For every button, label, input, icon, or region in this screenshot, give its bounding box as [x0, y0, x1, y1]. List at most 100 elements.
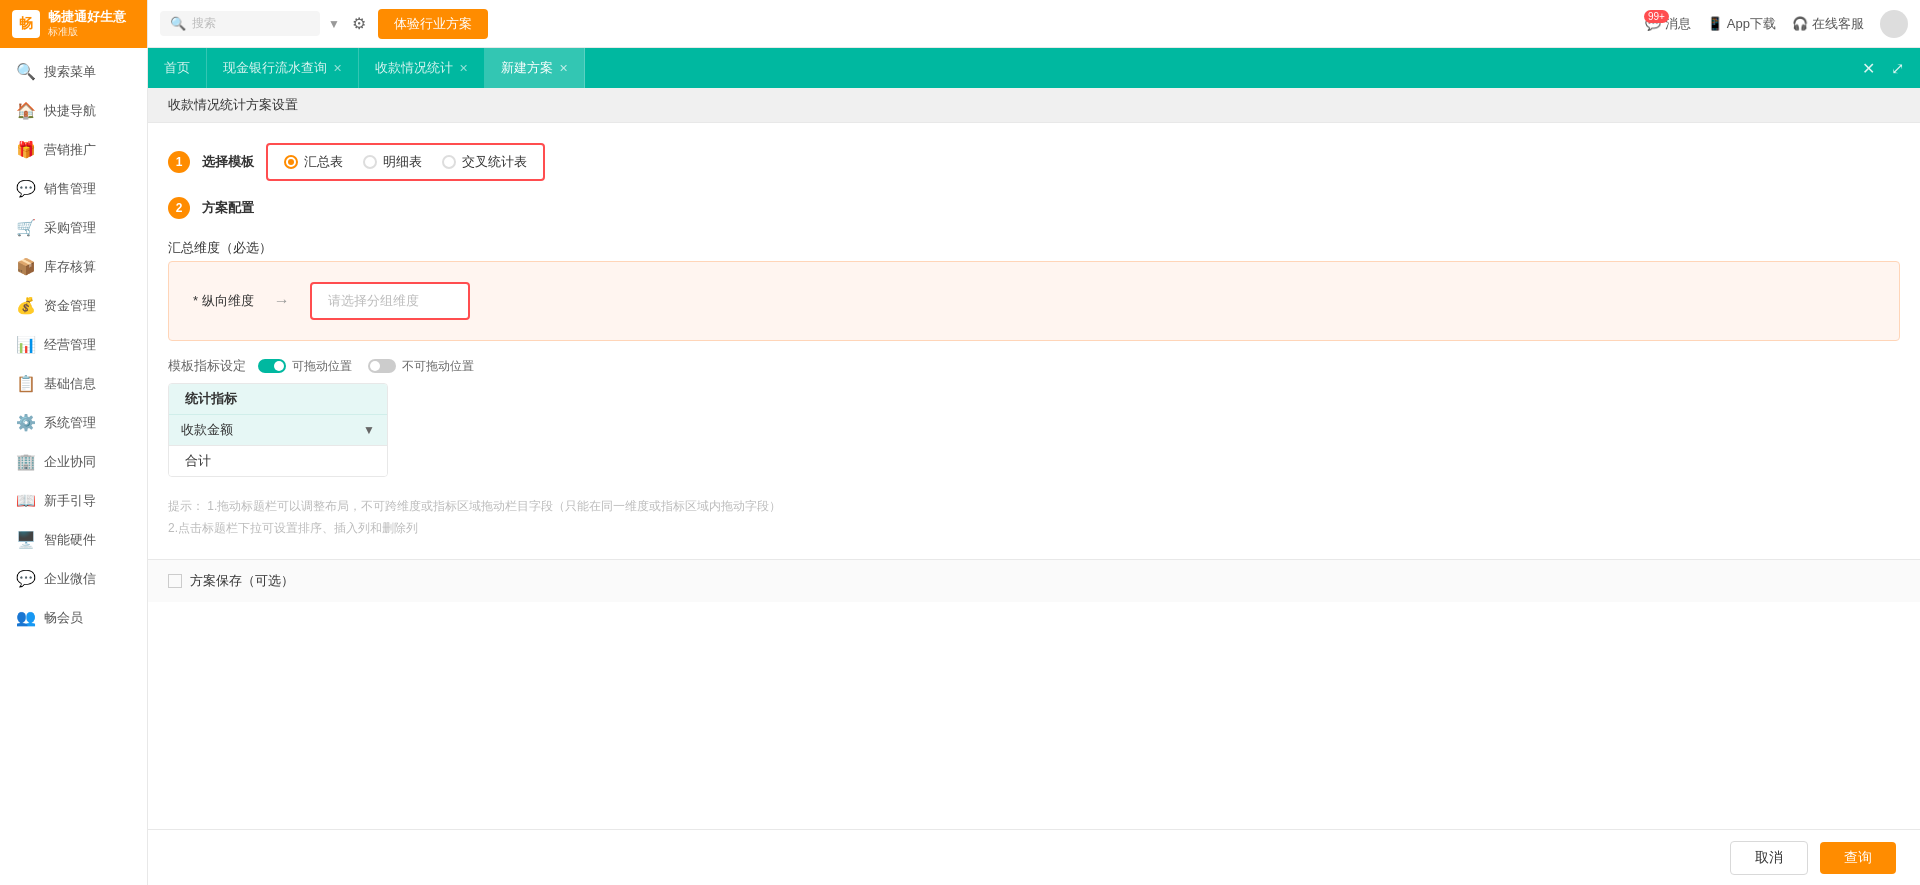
- sidebar-item-finance[interactable]: 💰 资金管理: [0, 286, 147, 325]
- sidebar-item-system[interactable]: ⚙️ 系统管理: [0, 403, 147, 442]
- topbar-search[interactable]: 🔍 搜索: [160, 11, 320, 36]
- message-badge: 99+: [1644, 10, 1669, 23]
- quick-nav-icon: 🏠: [16, 101, 36, 120]
- app-download-icon: 📱: [1707, 16, 1723, 31]
- sidebar-label-enterprise-wechat: 企业微信: [44, 570, 96, 588]
- finance-icon: 💰: [16, 296, 36, 315]
- step2-number: 2: [176, 201, 183, 215]
- indicator-table: 统计指标 收款金额 ▼ 合计: [168, 383, 388, 477]
- sidebar-item-smart-hardware[interactable]: 🖥️ 智能硬件: [0, 520, 147, 559]
- step2-badge: 2: [168, 197, 190, 219]
- topbar-right: 💬 99+ 消息 📱 App下载 🎧 在线客服: [1645, 10, 1908, 38]
- toggle-movable-item: 可拖动位置: [258, 358, 352, 375]
- step1-label: 选择模板: [202, 153, 254, 171]
- cancel-button[interactable]: 取消: [1730, 841, 1808, 875]
- tab-bank-flow[interactable]: 现金银行流水查询 ✕: [207, 48, 359, 88]
- tab-maximize-icon[interactable]: ⤢: [1887, 57, 1908, 80]
- search-placeholder-text: 搜索: [192, 15, 216, 32]
- topbar-caret-icon[interactable]: ▼: [328, 17, 340, 31]
- online-service-btn[interactable]: 🎧 在线客服: [1792, 15, 1864, 33]
- app-download-btn[interactable]: 📱 App下载: [1707, 15, 1776, 33]
- toggle-fixed-item: 不可拖动位置: [368, 358, 474, 375]
- logo-subtitle: 标准版: [48, 25, 126, 39]
- sidebar-item-guide[interactable]: 📖 新手引导: [0, 481, 147, 520]
- indicator-table-header: 统计指标: [169, 384, 387, 414]
- industry-btn[interactable]: 体验行业方案: [378, 9, 488, 39]
- system-icon: ⚙️: [16, 413, 36, 432]
- save-checkbox[interactable]: [168, 574, 182, 588]
- radio-summary[interactable]: 汇总表: [284, 153, 343, 171]
- tab-new-plan-close-icon[interactable]: ✕: [559, 62, 568, 75]
- sidebar-item-operations[interactable]: 📊 经营管理: [0, 325, 147, 364]
- toggle-fixed-switch[interactable]: [368, 359, 396, 373]
- hint-line-1: 提示： 1.拖动标题栏可以调整布局，不可跨维度或指标区域拖动栏目字段（只能在同一…: [168, 496, 1900, 518]
- sidebar-item-search-menu[interactable]: 🔍 搜索菜单: [0, 52, 147, 91]
- toggle-group: 可拖动位置 不可拖动位置: [258, 358, 474, 375]
- tab-receipt-stats-close-icon[interactable]: ✕: [459, 62, 468, 75]
- sidebar-item-purchase[interactable]: 🛒 采购管理: [0, 208, 147, 247]
- tab-receipt-stats-label: 收款情况统计: [375, 59, 453, 77]
- toggle-fixed-label: 不可拖动位置: [402, 358, 474, 375]
- sidebar-item-marketing[interactable]: 🎁 营销推广: [0, 130, 147, 169]
- radio-summary-dot: [284, 155, 298, 169]
- sidebar-label-system: 系统管理: [44, 414, 96, 432]
- indicator-cell-amount-label: 收款金额: [181, 421, 233, 439]
- enterprise-collab-icon: 🏢: [16, 452, 36, 471]
- message-btn[interactable]: 💬 99+ 消息: [1645, 15, 1691, 33]
- sidebar-item-quick-nav[interactable]: 🏠 快捷导航: [0, 91, 147, 130]
- tab-bank-flow-close-icon[interactable]: ✕: [333, 62, 342, 75]
- radio-detail-label: 明细表: [383, 153, 422, 171]
- sidebar-logo: 畅 畅捷通好生意 标准版: [0, 0, 147, 48]
- toggle-movable-switch[interactable]: [258, 359, 286, 373]
- tab-receipt-stats[interactable]: 收款情况统计 ✕: [359, 48, 485, 88]
- tab-home[interactable]: 首页: [148, 48, 207, 88]
- step2-row: 2 方案配置: [168, 197, 1900, 219]
- step2-section: 2 方案配置 汇总维度（必选） * 纵向维度 → 请选择分组维度 模板指标设: [148, 197, 1920, 559]
- sidebar-label-marketing: 营销推广: [44, 141, 96, 159]
- sidebar-item-enterprise-wechat[interactable]: 💬 企业微信: [0, 559, 147, 598]
- dim-select-box[interactable]: 请选择分组维度: [310, 282, 470, 320]
- indicator-dropdown-icon[interactable]: ▼: [363, 423, 375, 437]
- dim-select-placeholder: 请选择分组维度: [328, 292, 419, 310]
- hint-line-2: 2.点击标题栏下拉可设置排序、插入列和删除列: [168, 518, 1900, 540]
- radio-summary-label: 汇总表: [304, 153, 343, 171]
- indicator-sum-row: 合计: [169, 445, 387, 476]
- online-service-label: 在线客服: [1812, 15, 1864, 33]
- sidebar-label-finance: 资金管理: [44, 297, 96, 315]
- tab-close-all-icon[interactable]: ✕: [1858, 57, 1879, 80]
- sidebar-label-member: 畅会员: [44, 609, 83, 627]
- sidebar-label-inventory: 库存核算: [44, 258, 96, 276]
- tabbar: 首页 现金银行流水查询 ✕ 收款情况统计 ✕ 新建方案 ✕ ✕ ⤢: [148, 48, 1920, 88]
- page-header: 收款情况统计方案设置: [148, 88, 1920, 123]
- sidebar-item-enterprise-collab[interactable]: 🏢 企业协同: [0, 442, 147, 481]
- enterprise-wechat-icon: 💬: [16, 569, 36, 588]
- logo-icon: 畅: [12, 10, 40, 38]
- sidebar-item-basic-info[interactable]: 📋 基础信息: [0, 364, 147, 403]
- tab-new-plan[interactable]: 新建方案 ✕: [485, 48, 585, 88]
- sidebar-item-sales[interactable]: 💬 销售管理: [0, 169, 147, 208]
- indicator-cell-amount[interactable]: 收款金额 ▼: [169, 414, 387, 445]
- inventory-icon: 📦: [16, 257, 36, 276]
- vertical-dim-label: * 纵向维度: [193, 292, 254, 310]
- sidebar-item-member[interactable]: 👥 畅会员: [0, 598, 147, 637]
- tab-new-plan-label: 新建方案: [501, 59, 553, 77]
- arrow-right-icon: →: [274, 292, 290, 310]
- query-button[interactable]: 查询: [1820, 842, 1896, 874]
- user-avatar[interactable]: [1880, 10, 1908, 38]
- tabbar-actions: ✕ ⤢: [1846, 48, 1920, 88]
- app-download-label: App下载: [1727, 15, 1776, 33]
- sidebar: 畅 畅捷通好生意 标准版 🔍 搜索菜单 🏠 快捷导航 🎁 营销推广 💬 销售管理…: [0, 0, 148, 885]
- sidebar-nav: 🔍 搜索菜单 🏠 快捷导航 🎁 营销推广 💬 销售管理 🛒 采购管理 📦 库存核…: [0, 48, 147, 885]
- page-content: 收款情况统计方案设置 1 选择模板 汇总表: [148, 88, 1920, 829]
- sidebar-item-inventory[interactable]: 📦 库存核算: [0, 247, 147, 286]
- footer-bar: 取消 查询: [148, 829, 1920, 885]
- sidebar-label-quick-nav: 快捷导航: [44, 102, 96, 120]
- sales-icon: 💬: [16, 179, 36, 198]
- radio-cross[interactable]: 交叉统计表: [442, 153, 527, 171]
- indicator-header: 模板指标设定 可拖动位置 不可拖动位置: [168, 357, 1900, 375]
- topbar-gear-icon[interactable]: ⚙: [348, 10, 370, 37]
- sidebar-label-basic-info: 基础信息: [44, 375, 96, 393]
- sidebar-label-guide: 新手引导: [44, 492, 96, 510]
- radio-detail[interactable]: 明细表: [363, 153, 422, 171]
- sidebar-label-search-menu: 搜索菜单: [44, 63, 96, 81]
